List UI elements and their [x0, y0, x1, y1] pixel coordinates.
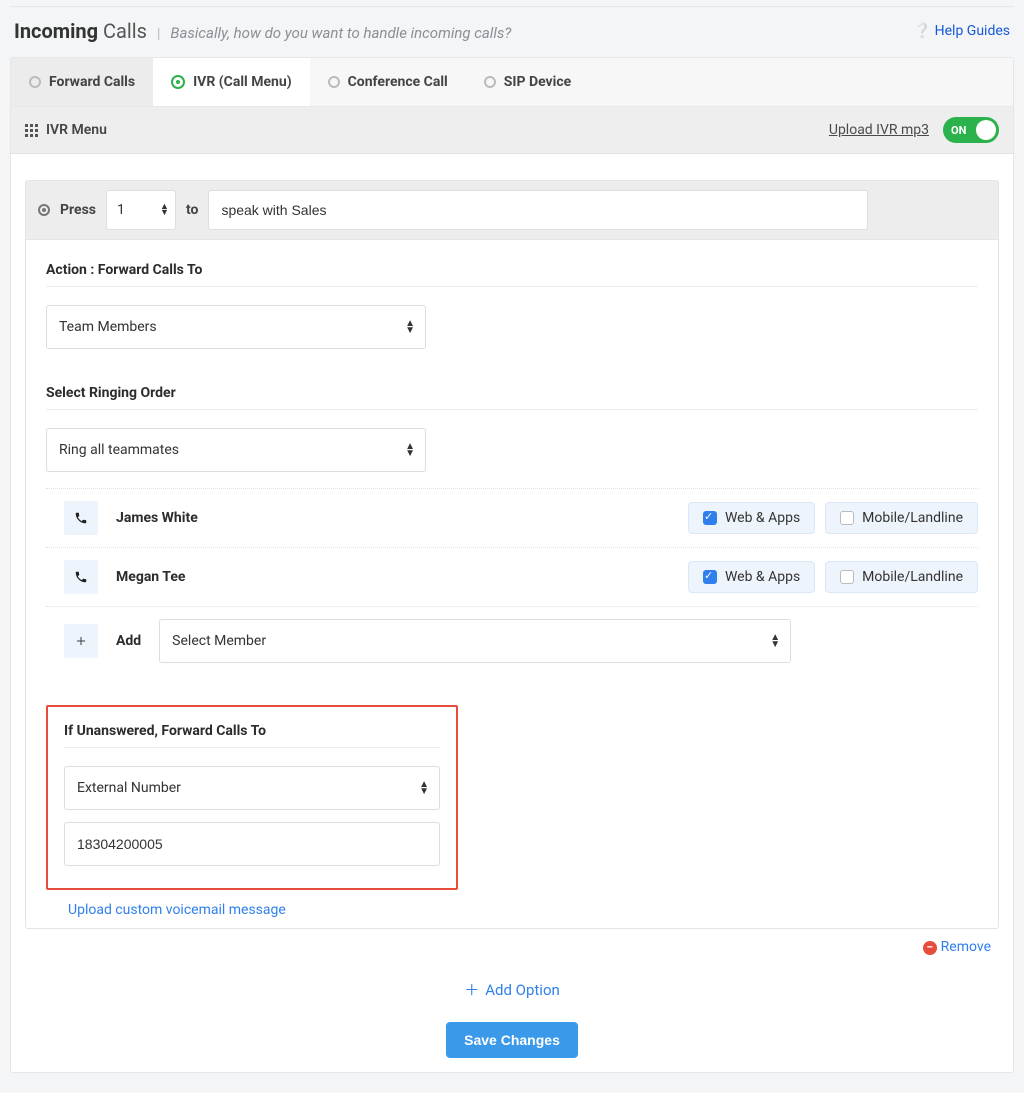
upload-voicemail-link[interactable]: Upload custom voicemail message	[68, 902, 286, 918]
press-key-row: Press 1 ▲▼ to	[25, 180, 999, 240]
save-changes-button[interactable]: Save Changes	[446, 1022, 578, 1058]
action-heading: Action : Forward Calls To	[46, 262, 978, 287]
tab-sip-device[interactable]: SIP Device	[466, 58, 589, 106]
radio-icon	[171, 75, 185, 89]
plus-icon: ＋	[464, 979, 479, 1000]
radio-icon	[328, 76, 340, 88]
member-name: James White	[116, 510, 198, 526]
mobile-landline-checkbox[interactable]: Mobile/Landline	[825, 561, 978, 593]
add-member-row: Add Select Member ▲▼	[46, 607, 978, 675]
toggle-knob-icon	[976, 120, 996, 140]
grid-icon	[25, 124, 38, 137]
help-guides-link[interactable]: ❔ Help Guides	[914, 23, 1010, 39]
select-arrows-icon: ▲▼	[405, 443, 415, 457]
call-handling-tabs: Forward Calls IVR (Call Menu) Conference…	[11, 58, 1013, 107]
unanswered-heading: If Unanswered, Forward Calls To	[64, 723, 440, 748]
member-row: James White Web & Apps Mobile/Landline	[46, 489, 978, 548]
tab-forward-calls[interactable]: Forward Calls	[11, 58, 153, 106]
web-apps-checkbox[interactable]: Web & Apps	[688, 502, 815, 534]
select-arrows-icon: ▲▼	[770, 634, 780, 648]
checkbox-icon	[840, 511, 854, 525]
remove-option-link[interactable]: −Remove	[923, 939, 991, 955]
member-name: Megan Tee	[116, 569, 185, 585]
radio-icon	[484, 76, 496, 88]
press-label: Press	[60, 202, 96, 218]
phone-icon	[64, 560, 98, 594]
radio-icon	[29, 76, 41, 88]
action-select[interactable]: Team Members ▲▼	[46, 305, 426, 349]
to-label: to	[186, 202, 198, 218]
page-subtitle: Basically, how do you want to handle inc…	[170, 24, 511, 42]
ivr-menu-label: IVR Menu	[25, 122, 107, 138]
unanswered-select[interactable]: External Number ▲▼	[64, 766, 440, 810]
help-icon: ❔	[914, 23, 931, 39]
external-number-input[interactable]	[64, 822, 440, 866]
mobile-landline-checkbox[interactable]: Mobile/Landline	[825, 502, 978, 534]
add-option-link[interactable]: ＋ Add Option	[464, 979, 560, 1000]
add-member-select[interactable]: Select Member ▲▼	[159, 619, 791, 663]
web-apps-checkbox[interactable]: Web & Apps	[688, 561, 815, 593]
upload-ivr-link[interactable]: Upload IVR mp3	[829, 122, 929, 138]
select-arrows-icon: ▲▼	[160, 204, 169, 216]
select-arrows-icon: ▲▼	[405, 320, 415, 334]
unanswered-section: If Unanswered, Forward Calls To External…	[46, 705, 458, 890]
phone-icon	[64, 501, 98, 535]
ringing-order-heading: Select Ringing Order	[46, 385, 978, 410]
checkbox-icon	[703, 511, 717, 525]
member-row: Megan Tee Web & Apps Mobile/Landline	[46, 548, 978, 607]
press-radio-icon[interactable]	[38, 204, 50, 216]
press-description-input[interactable]	[208, 190, 868, 230]
minus-icon: −	[923, 941, 937, 955]
plus-icon[interactable]	[64, 624, 98, 658]
checkbox-icon	[840, 570, 854, 584]
press-key-select[interactable]: 1 ▲▼	[106, 190, 176, 230]
page-title: Incoming Calls	[14, 19, 147, 43]
page-header: Incoming Calls | Basically, how do you w…	[14, 19, 511, 43]
title-divider: |	[157, 26, 160, 42]
add-label: Add	[116, 633, 141, 649]
ringing-order-select[interactable]: Ring all teammates ▲▼	[46, 428, 426, 472]
checkbox-icon	[703, 570, 717, 584]
tab-conference-call[interactable]: Conference Call	[310, 58, 466, 106]
tab-ivr[interactable]: IVR (Call Menu)	[153, 58, 310, 106]
ivr-toggle[interactable]: ON	[943, 117, 999, 143]
select-arrows-icon: ▲▼	[419, 781, 429, 795]
